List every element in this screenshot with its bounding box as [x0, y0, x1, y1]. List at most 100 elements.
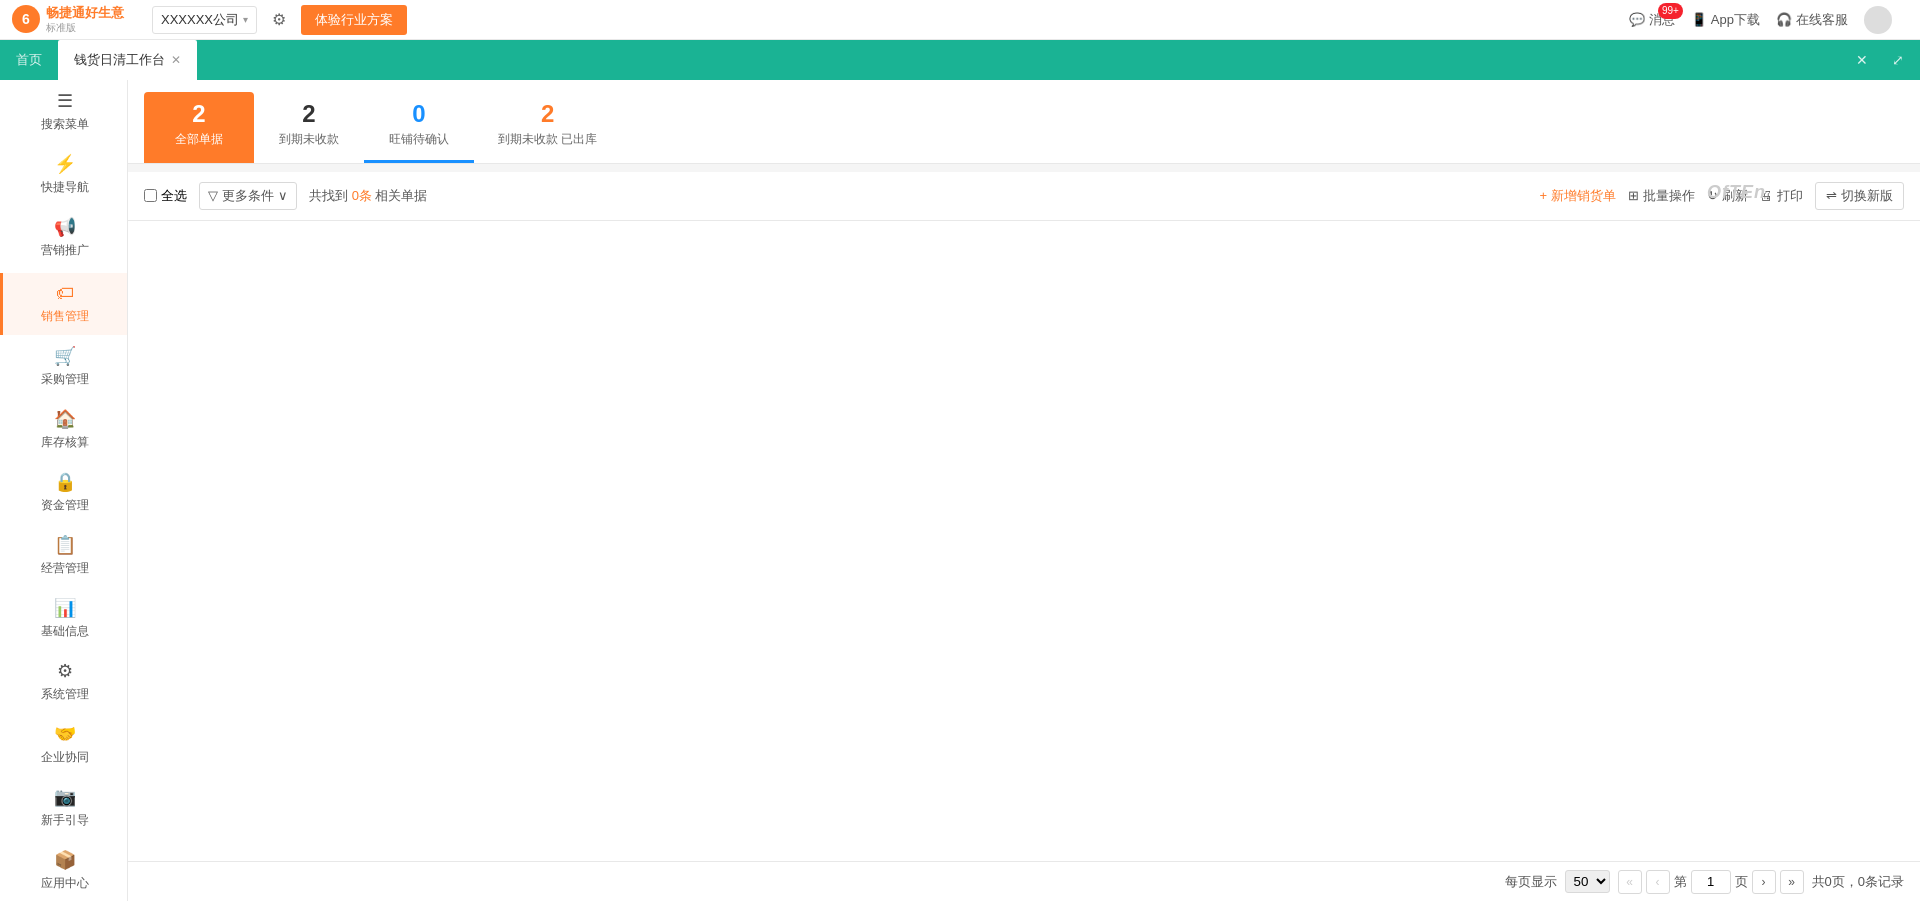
- app-download-label: App下载: [1711, 11, 1760, 29]
- toolbar-left: 全选 ▽ 更多条件 ∨ 共找到 0条 相关单据: [144, 182, 427, 210]
- batch-label: 批量操作: [1643, 187, 1695, 205]
- stats-tab-wangpu[interactable]: 0 旺铺待确认: [364, 92, 474, 163]
- tab-workbench[interactable]: 钱货日清工作台 ✕: [58, 40, 197, 80]
- found-suffix: 相关单据: [375, 188, 427, 203]
- header-right: 💬 消息 99+ 📱 App下载 🎧 在线客服: [1629, 6, 1908, 34]
- sidebar-item-operations[interactable]: 📋 经营管理: [0, 524, 127, 587]
- sidebar-item-search-menu[interactable]: ☰ 搜索菜单: [0, 80, 127, 143]
- sidebar-item-marketing[interactable]: 📢 营销推广: [0, 206, 127, 269]
- online-service-button[interactable]: 🎧 在线客服: [1776, 11, 1848, 29]
- tab-close-icon[interactable]: ✕: [171, 53, 181, 67]
- select-all-input[interactable]: [144, 189, 157, 202]
- tab-home[interactable]: 首页: [0, 40, 58, 80]
- first-page-button[interactable]: «: [1618, 870, 1642, 894]
- switch-label: 切换新版: [1841, 187, 1893, 205]
- stats-tab-all[interactable]: 2 全部单据: [144, 92, 254, 163]
- sidebar-item-sales[interactable]: 🏷 销售管理: [0, 273, 127, 335]
- sidebar-marketing-label: 营销推广: [41, 242, 89, 259]
- stats-tab-overdue-shipped[interactable]: 2 到期未收款 已出库: [474, 92, 621, 163]
- filter-icon: ▽: [208, 188, 218, 203]
- app-download-button[interactable]: 📱 App下载: [1691, 11, 1760, 29]
- sidebar: ☰ 搜索菜单 ⚡ 快捷导航 📢 营销推广 🏷 销售管理 🛒 采购管理 🏠 库存核…: [0, 80, 128, 901]
- sidebar-item-guide[interactable]: 📷 新手引导: [0, 776, 127, 839]
- sidebar-search-menu-label: 搜索菜单: [41, 116, 89, 133]
- sidebar-operations-label: 经营管理: [41, 560, 89, 577]
- chevron-down-icon: ▾: [243, 14, 248, 25]
- sidebar-purchase-label: 采购管理: [41, 371, 89, 388]
- stats-label-overdue-shipped: 到期未收款 已出库: [498, 131, 597, 148]
- quick-nav-icon: ⚡: [54, 153, 76, 175]
- filter-label: 更多条件: [222, 187, 274, 205]
- batch-operation-button[interactable]: ⊞ 批量操作: [1628, 187, 1695, 205]
- company-selector[interactable]: XXXXXX公司 ▾: [152, 6, 257, 34]
- tab-bar: 首页 钱货日清工作台 ✕ ✕ ⤢: [0, 40, 1920, 80]
- watermark-text: OfTEn: [1707, 182, 1766, 203]
- tab-expand-button[interactable]: ⤢: [1884, 46, 1912, 74]
- message-button[interactable]: 💬 消息 99+: [1629, 11, 1675, 29]
- sidebar-system-label: 系统管理: [41, 686, 89, 703]
- stats-label-wangpu: 旺铺待确认: [389, 131, 449, 148]
- print-label: 打印: [1777, 187, 1803, 205]
- tab-bar-actions: ✕ ⤢: [1848, 46, 1920, 74]
- logo-main: 畅捷通好生意: [46, 5, 124, 22]
- sidebar-item-enterprise[interactable]: 🤝 企业协同: [0, 713, 127, 776]
- tab-home-label: 首页: [16, 51, 42, 69]
- select-all-checkbox[interactable]: 全选: [144, 187, 187, 205]
- guide-icon: 📷: [54, 786, 76, 808]
- total-info: 共0页，0条记录: [1812, 873, 1904, 891]
- sidebar-app-center-label: 应用中心: [41, 875, 89, 892]
- trial-button[interactable]: 体验行业方案: [301, 5, 407, 35]
- stats-count-all: 2: [192, 100, 205, 129]
- tab-close-button[interactable]: ✕: [1848, 46, 1876, 74]
- per-page-label: 每页显示: [1505, 873, 1557, 891]
- stats-count-wangpu: 0: [412, 100, 425, 129]
- search-menu-icon: ☰: [57, 90, 73, 112]
- sidebar-item-system[interactable]: ⚙ 系统管理: [0, 650, 127, 713]
- sidebar-item-inventory[interactable]: 🏠 库存核算: [0, 398, 127, 461]
- header-left: 6 畅捷通好生意 标准版 XXXXXX公司 ▾ ⚙ 体验行业方案: [12, 5, 407, 35]
- next-page-button[interactable]: ›: [1752, 870, 1776, 894]
- sidebar-item-basic-info[interactable]: 📊 基础信息: [0, 587, 127, 650]
- add-sales-order-button[interactable]: + 新增销货单: [1539, 187, 1616, 205]
- sidebar-item-purchase[interactable]: 🛒 采购管理: [0, 335, 127, 398]
- page-input[interactable]: [1691, 870, 1731, 894]
- logo-area: 6 畅捷通好生意 标准版: [12, 5, 124, 35]
- inventory-icon: 🏠: [54, 408, 76, 430]
- stats-count-overdue: 2: [302, 100, 315, 129]
- marketing-icon: 📢: [54, 216, 76, 238]
- system-icon: ⚙: [57, 660, 73, 682]
- settings-button[interactable]: ⚙: [265, 6, 293, 34]
- top-header: 6 畅捷通好生意 标准版 XXXXXX公司 ▾ ⚙ 体验行业方案 💬 消息 99…: [0, 0, 1920, 40]
- sidebar-basic-info-label: 基础信息: [41, 623, 89, 640]
- switch-version-button[interactable]: ⇌ 切换新版: [1815, 182, 1904, 210]
- sidebar-finance-label: 资金管理: [41, 497, 89, 514]
- per-page-select[interactable]: 50: [1565, 870, 1610, 893]
- user-avatar[interactable]: [1864, 6, 1892, 34]
- sidebar-item-finance[interactable]: 🔒 资金管理: [0, 461, 127, 524]
- stats-label-all: 全部单据: [175, 131, 223, 148]
- company-name: XXXXXX公司: [161, 11, 239, 29]
- filter-chevron-icon: ∨: [278, 188, 288, 203]
- stats-count-overdue-shipped: 2: [541, 100, 554, 129]
- print-button[interactable]: 🖨 打印: [1760, 187, 1803, 205]
- prev-page-button[interactable]: ‹: [1646, 870, 1670, 894]
- sidebar-inventory-label: 库存核算: [41, 434, 89, 451]
- service-icon: 🎧: [1776, 12, 1792, 27]
- sidebar-sales-label: 销售管理: [41, 308, 89, 325]
- filter-button[interactable]: ▽ 更多条件 ∨: [199, 182, 297, 210]
- toolbar: 全选 ▽ 更多条件 ∨ 共找到 0条 相关单据 + 新增销货单: [128, 172, 1920, 221]
- batch-icon: ⊞: [1628, 188, 1639, 203]
- sidebar-item-app-center[interactable]: 📦 应用中心: [0, 839, 127, 901]
- sidebar-item-quick-nav[interactable]: ⚡ 快捷导航: [0, 143, 127, 206]
- last-page-button[interactable]: »: [1780, 870, 1804, 894]
- operations-icon: 📋: [54, 534, 76, 556]
- tab-workbench-label: 钱货日清工作台: [74, 51, 165, 69]
- online-service-label: 在线客服: [1796, 11, 1848, 29]
- stats-tab-overdue[interactable]: 2 到期未收款: [254, 92, 364, 163]
- app-center-icon: 📦: [54, 849, 76, 871]
- message-badge: 99+: [1658, 3, 1683, 19]
- add-label: 新增销货单: [1551, 187, 1616, 205]
- stats-label-overdue: 到期未收款: [279, 131, 339, 148]
- message-icon: 💬: [1629, 12, 1645, 27]
- page-label: 第: [1674, 873, 1687, 891]
